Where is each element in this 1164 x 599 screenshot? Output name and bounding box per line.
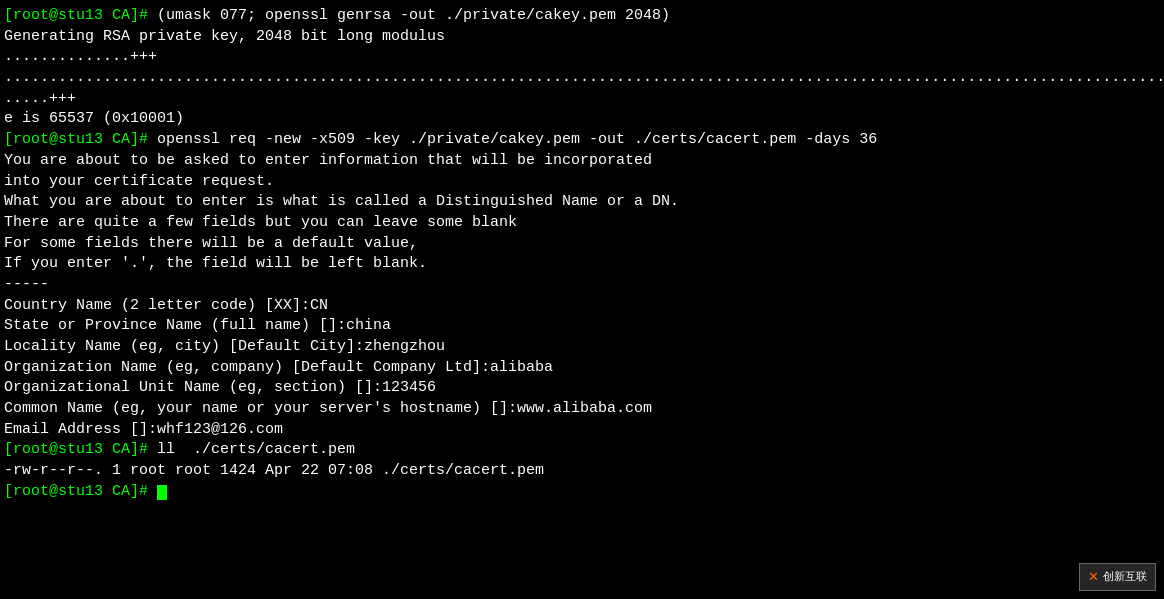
terminal-line: For some fields there will be a default … xyxy=(4,234,1160,255)
terminal-line: Common Name (eg, your name or your serve… xyxy=(4,399,1160,420)
terminal-line: Locality Name (eg, city) [Default City]:… xyxy=(4,337,1160,358)
prompt-user: [root@stu13 CA]# xyxy=(4,483,148,500)
terminal-line: -rw-r--r--. 1 root root 1424 Apr 22 07:0… xyxy=(4,461,1160,482)
terminal-output: [root@stu13 CA]# (umask 077; openssl gen… xyxy=(4,6,1160,503)
terminal-line: ..............+++ xyxy=(4,47,1160,68)
terminal-line: Organizational Unit Name (eg, section) [… xyxy=(4,378,1160,399)
terminal-line: Email Address []:whf123@126.com xyxy=(4,420,1160,441)
terminal-line: [root@stu13 CA]# (umask 077; openssl gen… xyxy=(4,6,1160,27)
terminal-line: Country Name (2 letter code) [XX]:CN xyxy=(4,296,1160,317)
terminal-last-line: [root@stu13 CA]# xyxy=(4,482,1160,503)
command-text: (umask 077; openssl genrsa -out ./privat… xyxy=(148,7,670,24)
watermark: ✕ 创新互联 xyxy=(1079,563,1156,591)
terminal-line: State or Province Name (full name) []:ch… xyxy=(4,316,1160,337)
terminal-line: [root@stu13 CA]# openssl req -new -x509 … xyxy=(4,130,1160,151)
terminal-line: into your certificate request. xyxy=(4,172,1160,193)
watermark-icon: ✕ xyxy=(1088,568,1099,586)
terminal-line: .....+++ xyxy=(4,89,1160,110)
terminal-line: Generating RSA private key, 2048 bit lon… xyxy=(4,27,1160,48)
prompt-space xyxy=(148,483,157,500)
cursor xyxy=(157,485,167,500)
terminal-line: ........................................… xyxy=(4,68,1160,89)
terminal-line: There are quite a few fields but you can… xyxy=(4,213,1160,234)
terminal-line: What you are about to enter is what is c… xyxy=(4,192,1160,213)
terminal-line: If you enter '.', the field will be left… xyxy=(4,254,1160,275)
command-text: ll ./certs/cacert.pem xyxy=(148,441,355,458)
prompt-user: [root@stu13 CA]# xyxy=(4,7,148,24)
prompt-user: [root@stu13 CA]# xyxy=(4,441,148,458)
terminal-line: ----- xyxy=(4,275,1160,296)
terminal-line: e is 65537 (0x10001) xyxy=(4,109,1160,130)
terminal-line: [root@stu13 CA]# ll ./certs/cacert.pem xyxy=(4,440,1160,461)
watermark-text: 创新互联 xyxy=(1103,569,1147,584)
prompt-user: [root@stu13 CA]# xyxy=(4,131,148,148)
command-text: openssl req -new -x509 -key ./private/ca… xyxy=(148,131,877,148)
terminal-window[interactable]: [root@stu13 CA]# (umask 077; openssl gen… xyxy=(0,0,1164,599)
terminal-line: Organization Name (eg, company) [Default… xyxy=(4,358,1160,379)
terminal-line: You are about to be asked to enter infor… xyxy=(4,151,1160,172)
